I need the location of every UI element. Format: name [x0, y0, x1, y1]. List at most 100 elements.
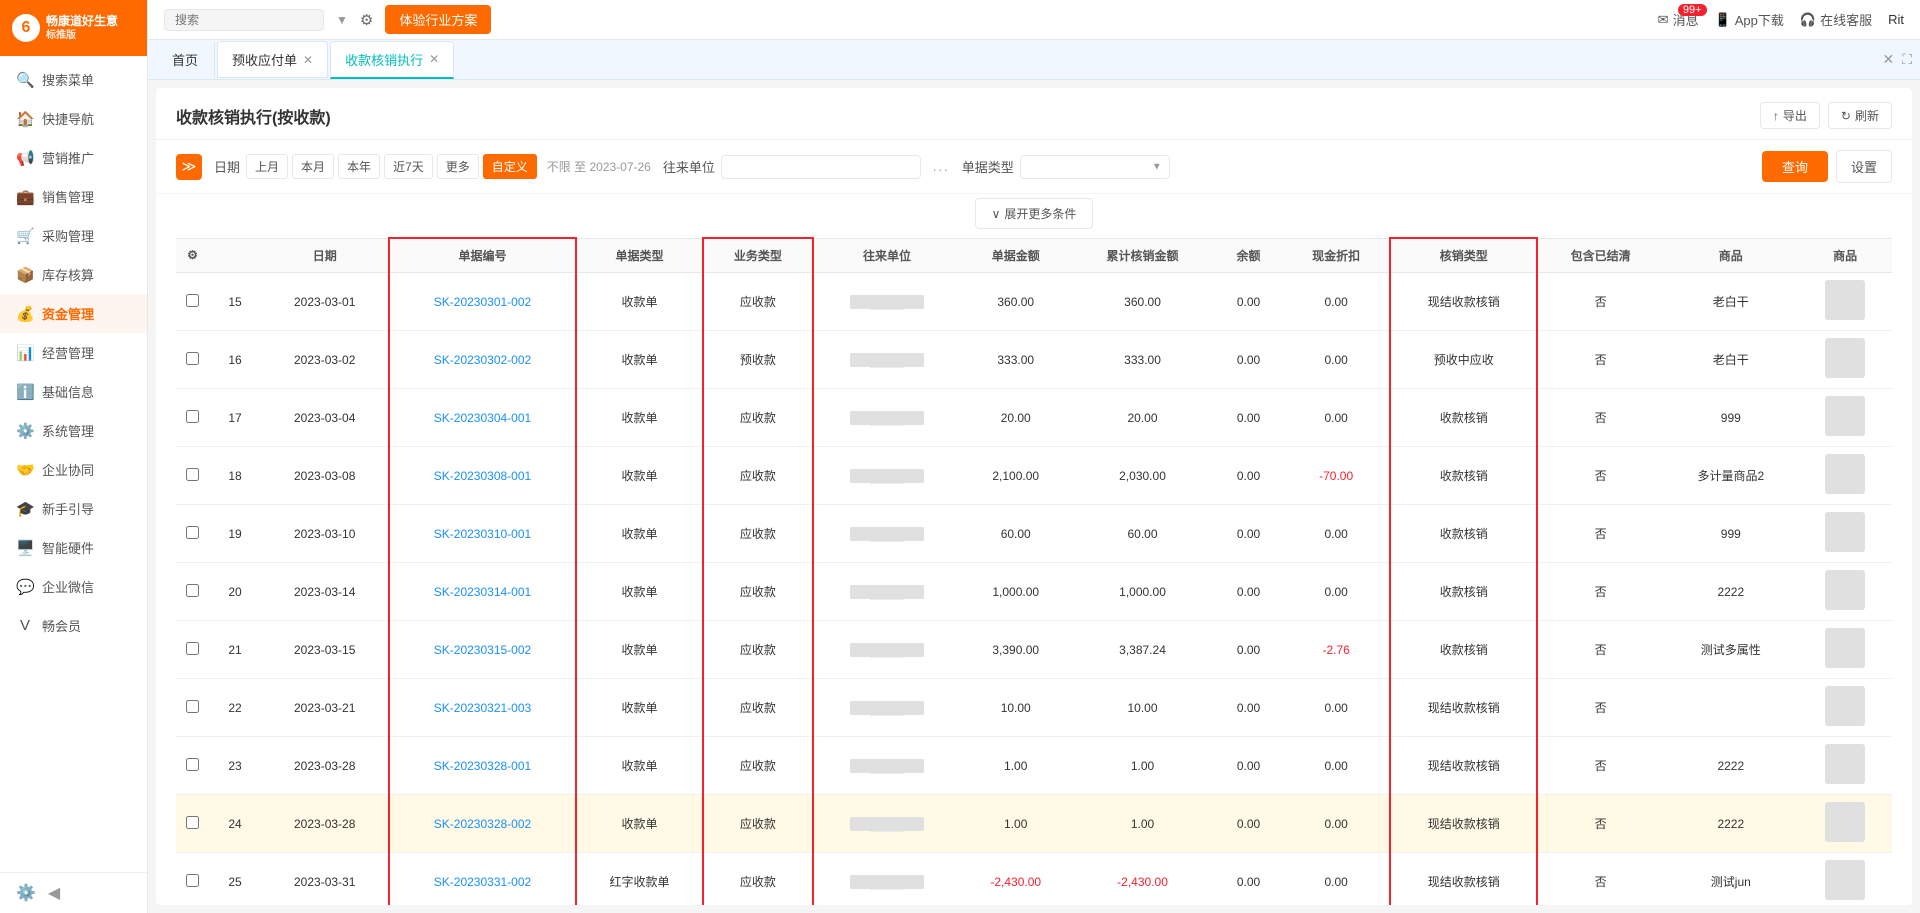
- cell-checkbox[interactable]: [176, 737, 209, 795]
- row-checkbox[interactable]: [186, 526, 199, 539]
- cell-checkbox[interactable]: [176, 447, 209, 505]
- voucher-no-link[interactable]: SK-20230302-002: [434, 353, 531, 367]
- solution-button[interactable]: 体验行业方案: [385, 5, 491, 34]
- voucher-no-link[interactable]: SK-20230314-001: [434, 585, 531, 599]
- row-checkbox[interactable]: [186, 700, 199, 713]
- partner-input[interactable]: [721, 155, 921, 179]
- voucher-no-link[interactable]: SK-20230304-001: [434, 411, 531, 425]
- voucher-no-link[interactable]: SK-20230328-001: [434, 759, 531, 773]
- cell-checkbox[interactable]: [176, 853, 209, 906]
- row-checkbox[interactable]: [186, 642, 199, 655]
- sidebar-item-member[interactable]: V 畅会员: [0, 606, 147, 645]
- sidebar-item-newbie[interactable]: 🎓 新手引导: [0, 489, 147, 528]
- cell-no: 16: [209, 331, 261, 389]
- sidebar-item-sales[interactable]: 💼 销售管理: [0, 177, 147, 216]
- col-setting-header[interactable]: ⚙: [176, 238, 209, 273]
- last-month-btn[interactable]: 上月: [246, 154, 288, 179]
- cell-checkbox[interactable]: [176, 273, 209, 331]
- cell-voucher-type: 收款单: [576, 447, 704, 505]
- settings-icon[interactable]: ⚙️: [16, 883, 36, 903]
- messages-badge[interactable]: ✉ 消息 99+: [1658, 10, 1699, 29]
- cell-include-settled: 否: [1537, 679, 1663, 737]
- voucher-no-link[interactable]: SK-20230315-002: [434, 643, 531, 657]
- last-7-days-btn[interactable]: 近7天: [384, 154, 433, 179]
- cell-checkbox[interactable]: [176, 563, 209, 621]
- tab-collection-close[interactable]: ✕: [429, 52, 439, 66]
- settings-button[interactable]: 设置: [1836, 150, 1892, 183]
- sidebar-item-system[interactable]: ⚙️ 系统管理: [0, 411, 147, 450]
- row-checkbox[interactable]: [186, 816, 199, 829]
- topbar-search-input[interactable]: [164, 9, 324, 31]
- more-dates-btn[interactable]: 更多: [437, 154, 479, 179]
- chat-icon: 💬: [16, 578, 34, 596]
- sidebar-item-finance[interactable]: 💰 资金管理: [0, 294, 147, 333]
- tab-prepay-close[interactable]: ✕: [303, 53, 313, 67]
- gear-icon: ⚙️: [16, 422, 34, 440]
- refresh-button[interactable]: ↻ 刷新: [1828, 102, 1892, 129]
- cell-checkbox[interactable]: [176, 331, 209, 389]
- table-row: 20 2023-03-14 SK-20230314-001 收款单 应收款 ██…: [176, 563, 1892, 621]
- row-checkbox[interactable]: [186, 468, 199, 481]
- cell-checkbox[interactable]: [176, 505, 209, 563]
- online-service-link[interactable]: 🎧 在线客服: [1800, 10, 1872, 29]
- cell-checkbox[interactable]: [176, 621, 209, 679]
- tab-home[interactable]: 首页: [156, 42, 215, 77]
- cell-checkbox[interactable]: [176, 679, 209, 737]
- info-icon: ℹ️: [16, 383, 34, 401]
- sidebar-item-search[interactable]: 🔍 搜索菜单: [0, 60, 147, 99]
- cell-biz-type: 应收款: [703, 563, 812, 621]
- cell-cumulative: 1,000.00: [1071, 563, 1214, 621]
- voucher-type-select[interactable]: [1020, 155, 1170, 179]
- voucher-no-link[interactable]: SK-20230321-003: [434, 701, 531, 715]
- row-checkbox[interactable]: [186, 294, 199, 307]
- cell-date: 2023-03-14: [261, 563, 389, 621]
- row-checkbox[interactable]: [186, 410, 199, 423]
- this-year-btn[interactable]: 本年: [338, 154, 380, 179]
- row-checkbox[interactable]: [186, 584, 199, 597]
- app-download-link[interactable]: 📱 App下载: [1715, 10, 1784, 29]
- cell-checkbox[interactable]: [176, 795, 209, 853]
- cell-goods: 999: [1663, 389, 1798, 447]
- col-balance-header: 余额: [1214, 238, 1283, 273]
- cell-include-settled: 否: [1537, 563, 1663, 621]
- topbar-gear-icon[interactable]: ⚙: [360, 11, 373, 29]
- col-voucher-no-header: 单据编号: [389, 238, 575, 273]
- filter-toggle-btn[interactable]: ≫: [176, 154, 202, 180]
- voucher-no-link[interactable]: SK-20230328-002: [434, 817, 531, 831]
- sidebar-item-basics[interactable]: ℹ️ 基础信息: [0, 372, 147, 411]
- cell-checkbox[interactable]: [176, 389, 209, 447]
- voucher-no-link[interactable]: SK-20230301-002: [434, 295, 531, 309]
- row-checkbox[interactable]: [186, 758, 199, 771]
- sidebar-item-operations[interactable]: 📊 经营管理: [0, 333, 147, 372]
- sidebar-item-marketing[interactable]: 📢 营销推广: [0, 138, 147, 177]
- sidebar-item-quicknav[interactable]: 🏠 快捷导航: [0, 99, 147, 138]
- tab-close-all-icon[interactable]: ✕: [1882, 51, 1894, 68]
- voucher-no-link[interactable]: SK-20230331-002: [434, 875, 531, 889]
- voucher-no-link[interactable]: SK-20230310-001: [434, 527, 531, 541]
- export-button[interactable]: ↑ 导出: [1760, 102, 1820, 129]
- expand-conditions-btn[interactable]: ∨ 展开更多条件: [975, 198, 1094, 229]
- collapse-icon[interactable]: ◀: [48, 883, 60, 903]
- sidebar-item-enterprise[interactable]: 🤝 企业协同: [0, 450, 147, 489]
- topbar-dropdown-arrow[interactable]: ▼: [336, 13, 348, 27]
- date-label: 日期: [214, 157, 240, 176]
- cell-cumulative: 1.00: [1071, 737, 1214, 795]
- row-checkbox[interactable]: [186, 874, 199, 887]
- online-service-label: 在线客服: [1820, 10, 1872, 29]
- voucher-no-link[interactable]: SK-20230308-001: [434, 469, 531, 483]
- sidebar-item-wechat[interactable]: 💬 企业微信: [0, 567, 147, 606]
- row-checkbox[interactable]: [186, 352, 199, 365]
- query-button[interactable]: 查询: [1762, 151, 1828, 182]
- sidebar-item-label: 搜索菜单: [42, 70, 94, 89]
- sidebar-item-purchase[interactable]: 🛒 采购管理: [0, 216, 147, 255]
- cell-voucher-no: SK-20230310-001: [389, 505, 575, 563]
- tab-prepay[interactable]: 预收应付单 ✕: [217, 41, 328, 78]
- tab-maximize-icon[interactable]: ⛶: [1902, 51, 1912, 68]
- tab-collection[interactable]: 收款核销执行 ✕: [330, 41, 454, 79]
- sidebar-item-label: 新手引导: [42, 499, 94, 518]
- sidebar-item-inventory[interactable]: 📦 库存核算: [0, 255, 147, 294]
- this-month-btn[interactable]: 本月: [292, 154, 334, 179]
- custom-date-btn[interactable]: 自定义: [483, 154, 537, 179]
- sidebar-item-hardware[interactable]: 🖥️ 智能硬件: [0, 528, 147, 567]
- cell-voucher-no: SK-20230302-002: [389, 331, 575, 389]
